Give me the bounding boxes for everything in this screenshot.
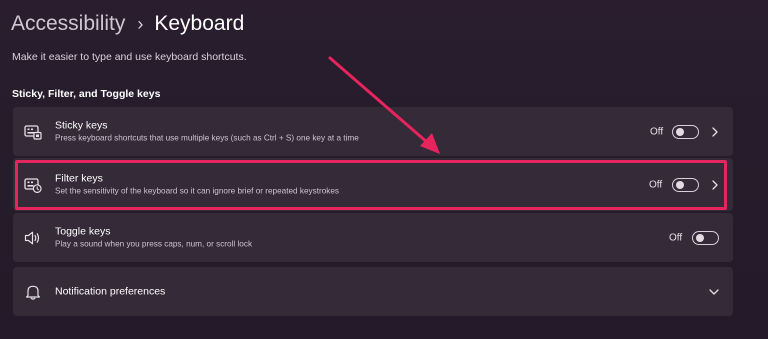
chevron-right-icon[interactable] xyxy=(709,126,721,138)
sticky-keys-text: Sticky keys Press keyboard shortcuts tha… xyxy=(55,119,359,144)
sticky-keys-toggle[interactable] xyxy=(672,124,699,139)
toggle-keys-state-label: Off xyxy=(669,232,683,243)
filter-keys-description: Set the sensitivity of the keyboard so i… xyxy=(55,186,339,195)
toggle-keys-text: Toggle keys Play a sound when you press … xyxy=(55,225,252,250)
sticky-keys-description: Press keyboard shortcuts that use multip… xyxy=(55,133,359,142)
notification-preferences-title: Notification preferences xyxy=(55,285,166,297)
toggle-keys-row[interactable]: Toggle keys Play a sound when you press … xyxy=(13,213,733,262)
chevron-right-icon[interactable] xyxy=(709,179,721,191)
toggle-keys-title: Toggle keys xyxy=(55,225,111,237)
breadcrumb-accessibility-link[interactable]: Accessibility xyxy=(11,12,125,36)
filter-keys-title: Filter keys xyxy=(55,172,103,184)
toggle-keys-description: Play a sound when you press caps, num, o… xyxy=(55,239,253,248)
sticky-keys-icon xyxy=(24,124,42,140)
notification-preferences-row[interactable]: Notification preferences xyxy=(13,267,733,316)
notification-preferences-text: Notification preferences xyxy=(55,285,165,298)
sticky-keys-title: Sticky keys xyxy=(55,119,108,131)
chevron-down-icon[interactable] xyxy=(708,286,720,298)
toggle-keys-toggle[interactable] xyxy=(692,230,719,245)
speaker-icon xyxy=(24,231,40,244)
bell-icon xyxy=(25,285,41,300)
page-title: Keyboard xyxy=(154,12,245,35)
page-description: Make it easier to type and use keyboard … xyxy=(12,51,247,63)
filter-keys-row[interactable]: Filter keys Set the sensitivity of the k… xyxy=(13,158,733,211)
filter-keys-icon xyxy=(24,177,42,193)
sticky-keys-state-label: Off xyxy=(650,126,664,137)
filter-keys-text: Filter keys Set the sensitivity of the k… xyxy=(55,172,339,197)
section-header: Sticky, Filter, and Toggle keys xyxy=(12,88,161,100)
sticky-keys-row[interactable]: Sticky keys Press keyboard shortcuts tha… xyxy=(13,107,733,156)
filter-keys-toggle[interactable] xyxy=(672,177,699,192)
breadcrumb-separator: › xyxy=(137,13,144,34)
breadcrumb: Accessibility › Keyboard xyxy=(11,9,244,39)
filter-keys-state-label: Off xyxy=(649,179,663,190)
